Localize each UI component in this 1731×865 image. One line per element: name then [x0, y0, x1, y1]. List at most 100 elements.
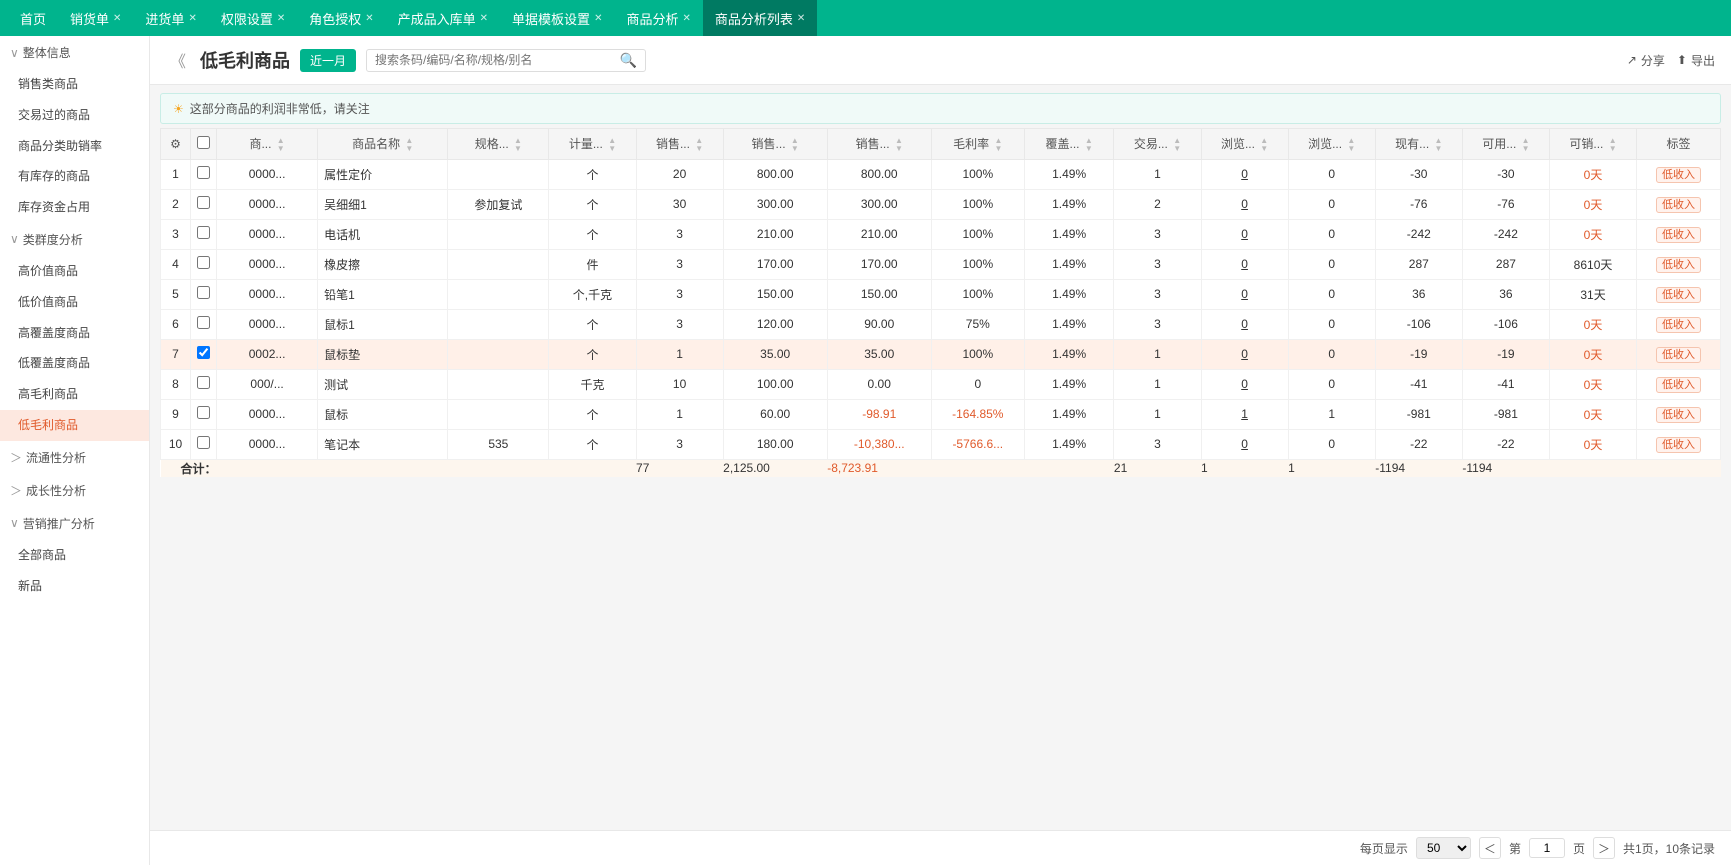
col-name[interactable]: 商品名称 ▲▼ [318, 129, 448, 160]
row-name[interactable]: 鼠标1 [318, 309, 448, 339]
row-coverage: 1.49% [1024, 159, 1114, 189]
per-page-select[interactable]: 10 20 50 100 [1416, 837, 1471, 859]
next-page-button[interactable]: ＞ [1593, 837, 1615, 859]
nav-role-auth[interactable]: 角色授权 ✕ [297, 0, 385, 36]
page-number-input[interactable] [1529, 838, 1565, 858]
nav-sales-order-close[interactable]: ✕ [113, 13, 121, 24]
row-browse1[interactable]: 0 [1201, 159, 1288, 189]
sidebar-item-stock-capital[interactable]: 库存资金占用 [0, 192, 149, 223]
sidebar-item-low-value[interactable]: 低价值商品 [0, 287, 149, 318]
row-checkbox[interactable] [197, 346, 210, 359]
row-name[interactable]: 属性定价 [318, 159, 448, 189]
sidebar-group-growth[interactable]: ＞ 成长性分析 [0, 474, 149, 507]
row-name[interactable]: 铅笔1 [318, 279, 448, 309]
row-checkbox[interactable] [197, 256, 210, 269]
row-browse1[interactable]: 1 [1201, 399, 1288, 429]
nav-product-analysis[interactable]: 商品分析 ✕ [614, 0, 702, 36]
sidebar-item-in-stock[interactable]: 有库存的商品 [0, 161, 149, 192]
nav-permission-settings[interactable]: 权限设置 ✕ [209, 0, 297, 36]
sidebar-item-new-products[interactable]: 新品 [0, 571, 149, 602]
sidebar-group-overall[interactable]: ∨ 整体信息 [0, 36, 149, 69]
col-browse1[interactable]: 浏览... ▲▼ [1201, 129, 1288, 160]
row-browse1[interactable]: 0 [1201, 249, 1288, 279]
sidebar-item-high-coverage[interactable]: 高覆盖度商品 [0, 318, 149, 349]
nav-permission-close[interactable]: ✕ [277, 13, 285, 24]
col-code[interactable]: 商... ▲▼ [217, 129, 318, 160]
col-sales-profit[interactable]: 销售... ▲▼ [827, 129, 931, 160]
sidebar-group-marketing[interactable]: ∨ 营销推广分析 [0, 507, 149, 540]
col-settings[interactable]: ⚙ [161, 129, 191, 160]
sidebar-group-circulation[interactable]: ＞ 流通性分析 [0, 441, 149, 474]
nav-template-settings[interactable]: 单据模板设置 ✕ [500, 0, 614, 36]
share-button[interactable]: ↗ 分享 [1627, 52, 1665, 69]
row-browse1[interactable]: 0 [1201, 369, 1288, 399]
row-checkbox[interactable] [197, 226, 210, 239]
sidebar-item-high-margin[interactable]: 高毛利商品 [0, 379, 149, 410]
col-transaction[interactable]: 交易... ▲▼ [1114, 129, 1201, 160]
row-browse1[interactable]: 0 [1201, 429, 1288, 459]
nav-product-analysis-list-close[interactable]: ✕ [797, 13, 805, 24]
nav-product-in[interactable]: 产成品入库单 ✕ [386, 0, 500, 36]
row-browse1[interactable]: 0 [1201, 279, 1288, 309]
select-all-checkbox[interactable] [197, 136, 210, 149]
sidebar-item-high-value[interactable]: 高价值商品 [0, 256, 149, 287]
col-sales-amount[interactable]: 销售... ▲▼ [723, 129, 827, 160]
row-sales-amount: 300.00 [723, 189, 827, 219]
row-unit: 件 [549, 249, 636, 279]
row-browse1[interactable]: 0 [1201, 339, 1288, 369]
col-current-stock[interactable]: 现有... ▲▼ [1375, 129, 1462, 160]
col-unit[interactable]: 计量... ▲▼ [549, 129, 636, 160]
col-spec[interactable]: 规格... ▲▼ [448, 129, 549, 160]
row-checkbox[interactable] [197, 316, 210, 329]
nav-purchase-order[interactable]: 进货单 ✕ [133, 0, 208, 36]
row-browse1[interactable]: 0 [1201, 189, 1288, 219]
period-button[interactable]: 近一月 [300, 49, 356, 72]
sidebar-item-low-coverage[interactable]: 低覆盖度商品 [0, 348, 149, 379]
row-spec [448, 249, 549, 279]
nav-role-auth-close[interactable]: ✕ [365, 13, 373, 24]
row-name[interactable]: 鼠标 [318, 399, 448, 429]
sidebar-item-low-margin[interactable]: 低毛利商品 [0, 410, 149, 441]
row-checkbox[interactable] [197, 196, 210, 209]
nav-purchase-order-close[interactable]: ✕ [188, 13, 196, 24]
sidebar-item-category-sales-rate[interactable]: 商品分类助销率 [0, 131, 149, 162]
row-name[interactable]: 电话机 [318, 219, 448, 249]
col-browse2[interactable]: 浏览... ▲▼ [1288, 129, 1375, 160]
row-checkbox[interactable] [197, 376, 210, 389]
nav-home[interactable]: 首页 [8, 0, 58, 36]
nav-product-analysis-close[interactable]: ✕ [682, 13, 690, 24]
nav-product-analysis-list[interactable]: 商品分析列表 ✕ [703, 0, 817, 36]
nav-product-in-close[interactable]: ✕ [480, 13, 488, 24]
row-transaction: 2 [1114, 189, 1201, 219]
col-gross-margin[interactable]: 毛利率 ▲▼ [931, 129, 1024, 160]
row-checkbox[interactable] [197, 436, 210, 449]
col-sellable-days[interactable]: 可销... ▲▼ [1549, 129, 1636, 160]
row-sales-profit: 0.00 [827, 369, 931, 399]
sidebar-item-sales-products[interactable]: 销售类商品 [0, 69, 149, 100]
row-index: 3 [161, 219, 191, 249]
sidebar-group-cluster[interactable]: ∨ 类群度分析 [0, 223, 149, 256]
row-name[interactable]: 测试 [318, 369, 448, 399]
sidebar-item-all-products[interactable]: 全部商品 [0, 540, 149, 571]
col-available-stock[interactable]: 可用... ▲▼ [1462, 129, 1549, 160]
row-checkbox[interactable] [197, 166, 210, 179]
nav-template-close[interactable]: ✕ [594, 13, 602, 24]
row-browse1[interactable]: 0 [1201, 219, 1288, 249]
row-name[interactable]: 吴细细1 [318, 189, 448, 219]
col-coverage[interactable]: 覆盖... ▲▼ [1024, 129, 1114, 160]
sidebar-collapse-button[interactable]: 《 [166, 44, 190, 76]
nav-sales-order[interactable]: 销货单 ✕ [58, 0, 133, 36]
row-browse1[interactable]: 0 [1201, 309, 1288, 339]
search-input[interactable] [375, 53, 620, 67]
sidebar-item-traded-products[interactable]: 交易过的商品 [0, 100, 149, 131]
prev-page-button[interactable]: ＜ [1479, 837, 1501, 859]
row-name[interactable]: 鼠标垫 [318, 339, 448, 369]
row-checkbox[interactable] [197, 286, 210, 299]
row-index: 10 [161, 429, 191, 459]
row-checkbox[interactable] [197, 406, 210, 419]
col-sales-qty[interactable]: 销售... ▲▼ [636, 129, 723, 160]
row-name[interactable]: 橡皮擦 [318, 249, 448, 279]
content-area: 《 低毛利商品 近一月 🔍 ↗ 分享 ⬆ 导出 ☀ 这部分商品的利润非常低， [150, 36, 1731, 865]
export-button[interactable]: ⬆ 导出 [1677, 52, 1715, 69]
row-name[interactable]: 笔记本 [318, 429, 448, 459]
